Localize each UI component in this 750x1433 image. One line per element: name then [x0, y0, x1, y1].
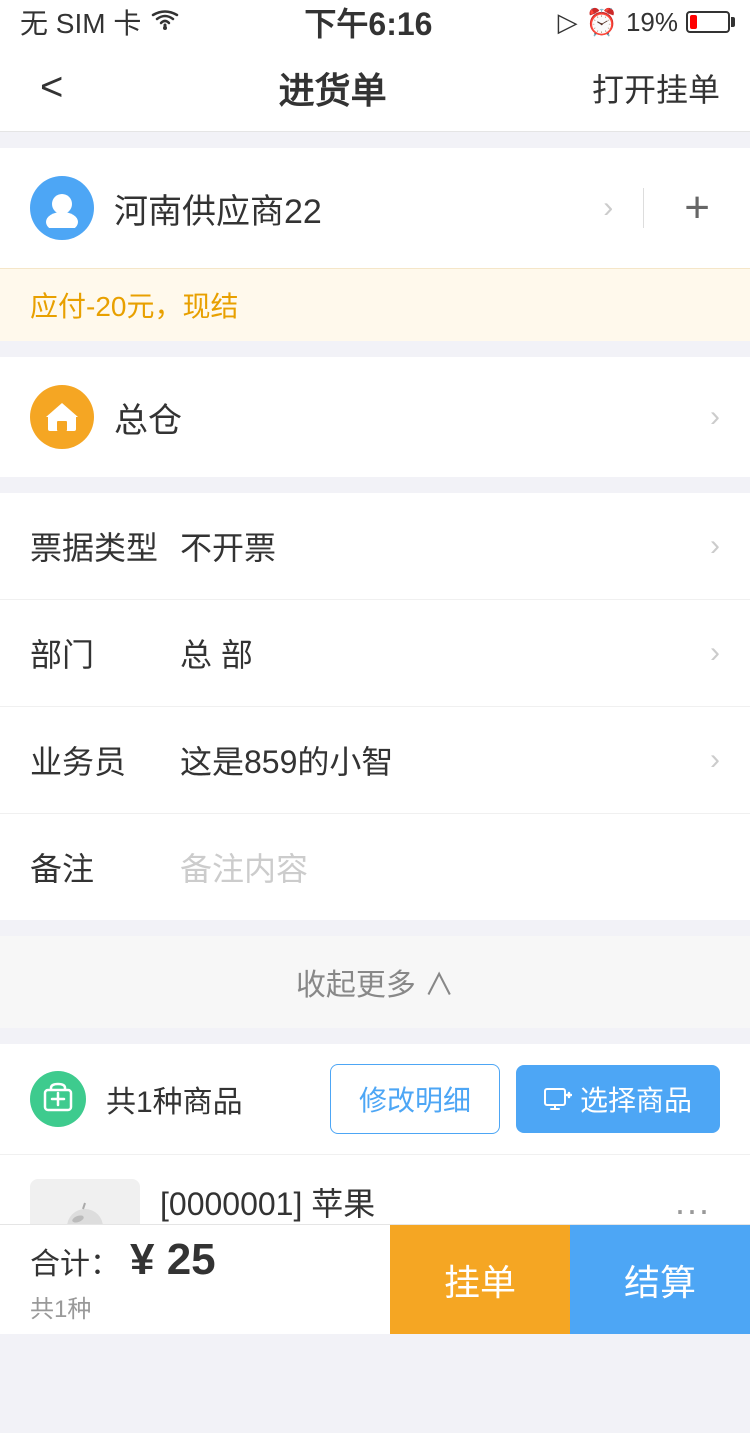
- invoice-row[interactable]: 票据类型 不开票 ›: [0, 493, 750, 600]
- status-bar: 无 SIM 卡 下午6:16 ▷ ⏰ 19%: [0, 0, 750, 44]
- select-product-label: 选择商品: [580, 1079, 692, 1119]
- page-title: 进货单: [279, 62, 387, 114]
- total-sub: 共1种: [30, 1289, 360, 1324]
- alarm-icon: ⏰: [586, 7, 618, 38]
- dept-label: 部门: [30, 630, 170, 676]
- hang-button[interactable]: 挂单: [390, 1225, 570, 1334]
- invoice-value: 不开票: [170, 523, 710, 569]
- status-right: ▷ ⏰ 19%: [558, 7, 730, 38]
- warehouse-name: 总仓: [114, 393, 710, 442]
- battery-percent: 19%: [626, 7, 678, 38]
- status-time: 下午6:16: [304, 0, 432, 45]
- collapse-row[interactable]: 收起更多 ∧: [0, 936, 750, 1028]
- total-amount: ¥ 25: [130, 1235, 216, 1285]
- warehouse-chevron-icon: ›: [710, 400, 720, 434]
- select-product-button[interactable]: 选择商品: [516, 1065, 720, 1133]
- footer-total: 合计： ¥ 25 共1种: [0, 1225, 390, 1334]
- remark-row[interactable]: 备注 备注内容: [0, 814, 750, 920]
- product-code: [0000001] 苹果: [160, 1186, 375, 1222]
- warehouse-row[interactable]: 总仓 ›: [0, 357, 750, 477]
- divider: [643, 188, 644, 228]
- salesperson-label: 业务员: [30, 737, 170, 783]
- battery-icon: [686, 11, 730, 33]
- products-icon: [30, 1071, 86, 1127]
- products-header: 共1种商品 修改明细 选择商品: [0, 1044, 750, 1155]
- status-left: 无 SIM 卡: [20, 2, 179, 42]
- invoice-label: 票据类型: [30, 523, 170, 569]
- supplier-chevron-icon: ›: [603, 191, 613, 225]
- settle-button[interactable]: 结算: [570, 1225, 750, 1334]
- supplier-name: 河南供应商22: [114, 184, 603, 233]
- salesperson-value: 这是859的小智: [170, 737, 710, 783]
- invoice-chevron-icon: ›: [710, 529, 720, 563]
- back-button[interactable]: <: [30, 55, 73, 120]
- supplier-row[interactable]: 河南供应商22 › +: [0, 148, 750, 268]
- wifi-icon: [151, 6, 179, 38]
- footer: 合计： ¥ 25 共1种 挂单 结算: [0, 1224, 750, 1334]
- edit-detail-button[interactable]: 修改明细: [330, 1064, 500, 1134]
- product-name: [0000001] 苹果: [160, 1179, 664, 1225]
- salesperson-chevron-icon: ›: [710, 743, 720, 777]
- total-label: 合计：: [30, 1239, 120, 1283]
- open-pending-button[interactable]: 打开挂单: [592, 65, 720, 111]
- warehouse-icon: [30, 385, 94, 449]
- remark-label: 备注: [30, 844, 170, 890]
- carrier-label: 无 SIM 卡: [20, 2, 141, 42]
- products-count: 共1种商品: [106, 1077, 330, 1121]
- salesperson-row[interactable]: 业务员 这是859的小智 ›: [0, 707, 750, 814]
- dept-value: 总 部: [170, 630, 710, 676]
- nav-bar: < 进货单 打开挂单: [0, 44, 750, 132]
- warehouse-section: 总仓 ›: [0, 357, 750, 477]
- remark-input[interactable]: 备注内容: [170, 844, 720, 890]
- form-section: 票据类型 不开票 › 部门 总 部 › 业务员 这是859的小智 › 备注 备注…: [0, 493, 750, 920]
- dept-chevron-icon: ›: [710, 636, 720, 670]
- supplier-avatar: [30, 176, 94, 240]
- total-line: 合计： ¥ 25: [30, 1235, 360, 1285]
- location-icon: ▷: [558, 7, 578, 38]
- supplier-notice: 应付-20元，现结: [0, 268, 750, 341]
- collapse-label: 收起更多 ∧: [296, 960, 454, 1004]
- add-supplier-button[interactable]: +: [674, 183, 720, 233]
- supplier-section: 河南供应商22 › + 应付-20元，现结: [0, 148, 750, 341]
- dept-row[interactable]: 部门 总 部 ›: [0, 600, 750, 707]
